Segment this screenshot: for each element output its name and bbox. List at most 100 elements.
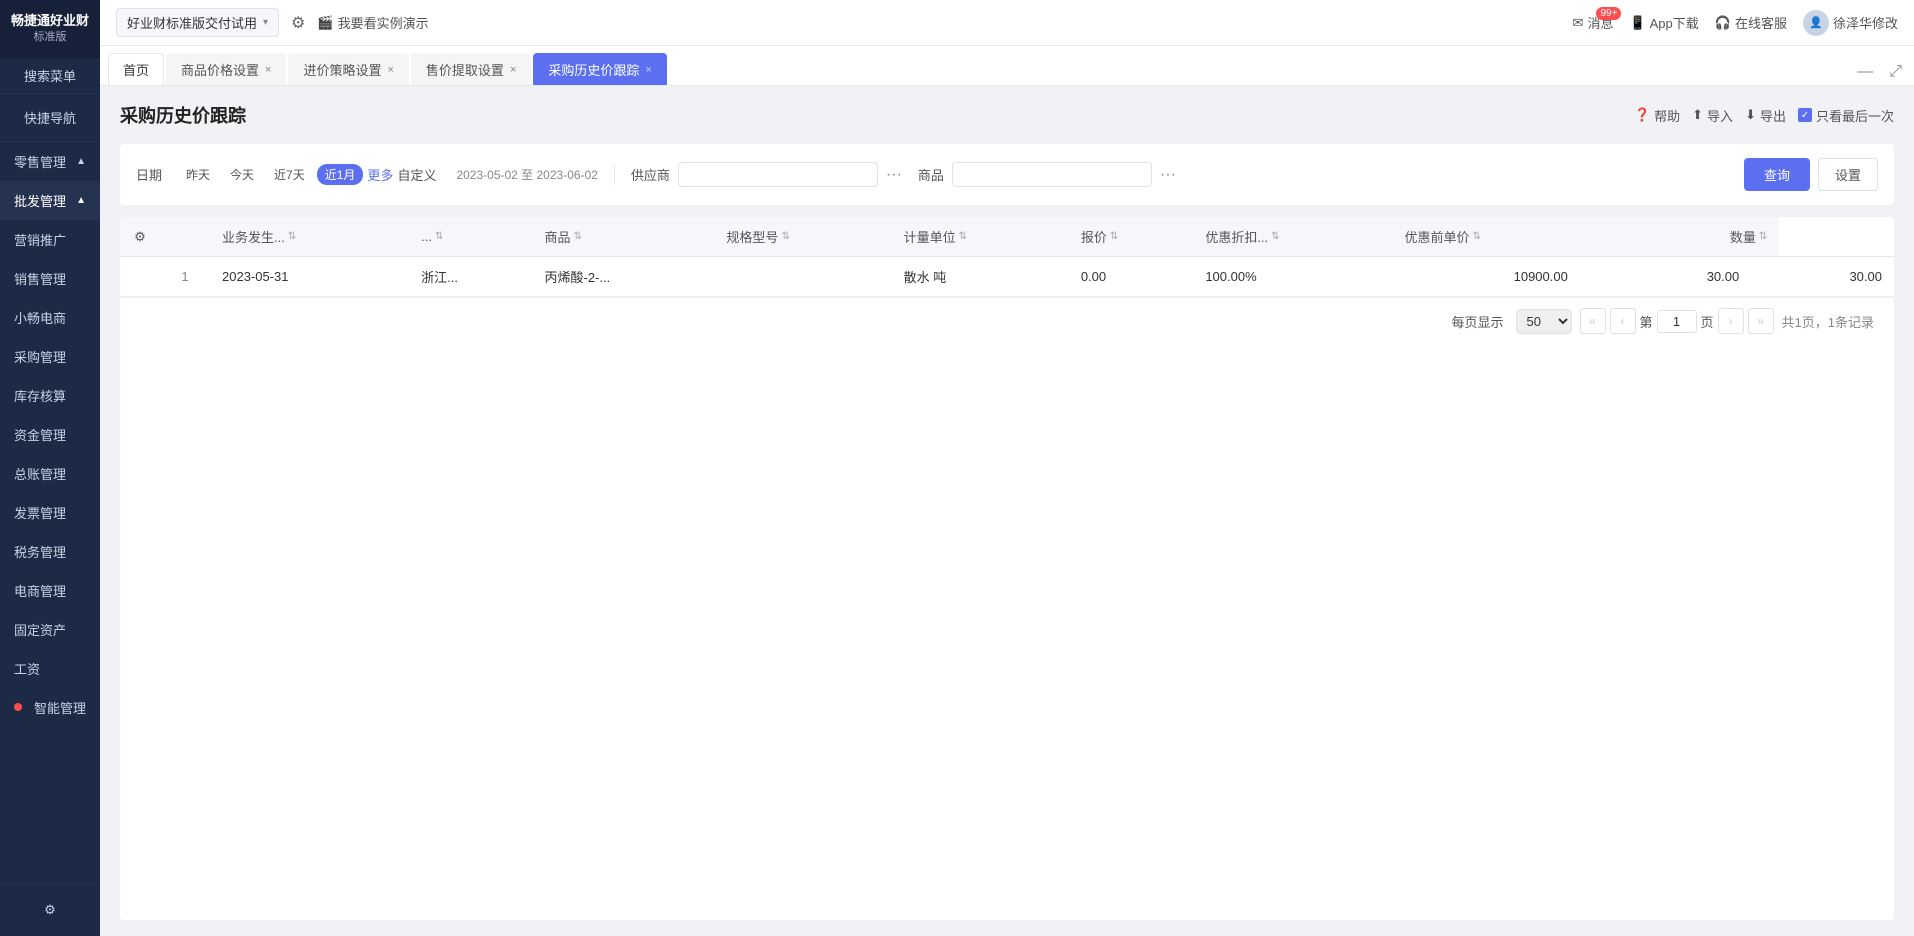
sidebar-item-marketing[interactable]: 营销推广: [0, 220, 100, 259]
help-button[interactable]: ❓ 帮助: [1634, 106, 1680, 125]
sidebar-item-inventory[interactable]: 库存核算: [0, 376, 100, 415]
filter-option-more[interactable]: 更多: [367, 165, 393, 184]
tab-history[interactable]: 采购历史价跟踪 ×: [533, 53, 666, 85]
last-page-button[interactable]: »: [1748, 308, 1774, 334]
settings-button[interactable]: 设置: [1818, 158, 1878, 191]
sidebar-item-payroll[interactable]: 工资: [0, 649, 100, 688]
supplier-dots[interactable]: ···: [886, 166, 902, 184]
tab-strategy[interactable]: 进价策略设置 ×: [288, 53, 408, 85]
online-service-button[interactable]: 🎧 在线客服: [1715, 13, 1787, 32]
th-spec[interactable]: 规格型号 ⇅: [714, 217, 891, 257]
app-logo-sub: 标准版: [34, 30, 67, 45]
th-quantity[interactable]: 数量 ⇅: [1608, 217, 1779, 257]
goods-input[interactable]: [952, 162, 1152, 187]
app-logo-title: 畅捷通好业财: [11, 12, 89, 30]
sidebar-item-sales-label: 销售管理: [14, 269, 66, 288]
export-icon: ⬇: [1745, 107, 1756, 123]
sidebar-search[interactable]: 搜索菜单: [0, 58, 100, 94]
topbar-right: ✉ 消息 99+ 📱 App下载 🎧 在线客服 👤 徐泽华修改: [1573, 10, 1898, 36]
sort-date-icon[interactable]: ⇅: [288, 231, 296, 242]
pagination-total: 共1页，1条记录: [1782, 312, 1874, 331]
sort-discount-icon[interactable]: ⇅: [1271, 231, 1279, 242]
row-unit: 散水 吨: [892, 257, 1069, 297]
filter-option-yesterday[interactable]: 昨天: [178, 164, 218, 185]
tab-price-close[interactable]: ×: [265, 64, 271, 76]
sort-quantity-icon[interactable]: ⇅: [1759, 231, 1767, 242]
sort-spec-icon[interactable]: ⇅: [781, 231, 789, 242]
demo-icon: 🎬: [317, 15, 333, 31]
table-row: 1 2023-05-31 浙江... 丙烯酸-2-... 散水 吨 0.00 1…: [120, 257, 1894, 297]
sort-goods-icon[interactable]: ⇅: [574, 231, 582, 242]
sidebar-item-tax[interactable]: 税务管理: [0, 532, 100, 571]
goods-dots[interactable]: ···: [1160, 166, 1176, 184]
th-goods[interactable]: 商品 ⇅: [533, 217, 715, 257]
app-logo: 畅捷通好业财 标准版: [0, 0, 100, 58]
import-button[interactable]: ⬆ 导入: [1692, 106, 1733, 125]
filter-option-7days[interactable]: 近7天: [266, 164, 313, 185]
headset-icon: 🎧: [1715, 15, 1731, 31]
sort-unit-icon[interactable]: ⇅: [959, 231, 967, 242]
sidebar-item-retail[interactable]: 零售管理 ▲: [0, 142, 100, 181]
sidebar-item-invoice[interactable]: 发票管理: [0, 493, 100, 532]
th-date[interactable]: 业务发生... ⇅: [210, 217, 409, 257]
sort-price-icon[interactable]: ⇅: [1110, 231, 1118, 242]
export-button[interactable]: ⬇ 导出: [1745, 106, 1786, 125]
page-content: 采购历史价跟踪 ❓ 帮助 ⬆ 导入 ⬇ 导出 ✓ 只看最后一次: [100, 86, 1914, 936]
sidebar-item-wholesale[interactable]: 批发管理 ▲: [0, 181, 100, 220]
th-price[interactable]: 报价 ⇅: [1069, 217, 1193, 257]
version-select[interactable]: 好业财标准版交付试用 ▾: [116, 8, 279, 37]
query-button[interactable]: 查询: [1744, 158, 1810, 191]
sort-more-icon[interactable]: ⇅: [435, 231, 443, 242]
online-service-label: 在线客服: [1735, 13, 1787, 32]
filter-option-today[interactable]: 今天: [222, 164, 262, 185]
tab-extract-close[interactable]: ×: [510, 64, 516, 76]
only-last-label: 只看最后一次: [1816, 106, 1894, 125]
page-title: 采购历史价跟踪: [120, 102, 246, 128]
filter-date-range: 2023-05-02 至 2023-06-02: [456, 166, 597, 183]
sidebar-item-ecommerce[interactable]: 电商管理: [0, 571, 100, 610]
th-unit[interactable]: 计量单位 ⇅: [892, 217, 1069, 257]
sort-pre-price-icon[interactable]: ⇅: [1472, 231, 1480, 242]
tab-minimize-icon[interactable]: —: [1853, 59, 1877, 85]
sidebar-item-retail-label: 零售管理: [14, 152, 66, 171]
sidebar-item-purchase[interactable]: 采购管理: [0, 337, 100, 376]
sidebar-quick-nav-label[interactable]: 快捷导航: [0, 100, 100, 135]
only-last-checkbox[interactable]: ✓ 只看最后一次: [1798, 106, 1894, 125]
tab-price[interactable]: 商品价格设置 ×: [166, 53, 286, 85]
app-download-label: App下载: [1650, 13, 1699, 32]
app-download-button[interactable]: 📱 App下载: [1629, 13, 1698, 32]
filter-supplier-label: 供应商: [631, 165, 670, 184]
th-pre-price[interactable]: 优惠前单价 ⇅: [1392, 217, 1607, 257]
filter-option-1month[interactable]: 近1月: [317, 164, 364, 185]
sidebar-item-sales[interactable]: 销售管理: [0, 259, 100, 298]
topbar-settings-icon[interactable]: ⚙: [291, 13, 305, 33]
tab-history-close[interactable]: ×: [645, 64, 651, 76]
messages-button[interactable]: ✉ 消息 99+: [1573, 13, 1614, 32]
demo-button[interactable]: 🎬 我要看实例演示: [317, 13, 428, 32]
tab-strategy-close[interactable]: ×: [387, 64, 393, 76]
th-more[interactable]: ... ⇅: [409, 217, 532, 257]
sidebar-item-smart[interactable]: 智能管理: [0, 688, 100, 727]
page-input[interactable]: [1657, 310, 1697, 333]
sidebar-item-assets[interactable]: 固定资产: [0, 610, 100, 649]
user-menu[interactable]: 👤 徐泽华修改: [1803, 10, 1898, 36]
next-page-button[interactable]: ›: [1718, 308, 1744, 334]
first-page-button[interactable]: «: [1580, 308, 1606, 334]
sidebar-quick-nav[interactable]: 快捷导航: [0, 94, 100, 142]
table-container: ⚙ 业务发生... ⇅ ... ⇅: [120, 217, 1894, 920]
th-discount[interactable]: 优惠折扣... ⇅: [1193, 217, 1392, 257]
supplier-input[interactable]: [678, 162, 878, 187]
filter-option-custom[interactable]: 自定义: [397, 165, 436, 184]
sidebar-item-ecommerce-small[interactable]: 小畅电商: [0, 298, 100, 337]
page-size-select[interactable]: 20 50 100: [1516, 309, 1572, 334]
th-settings[interactable]: ⚙: [120, 217, 160, 257]
filter-date-label: 日期: [136, 165, 162, 184]
sidebar-settings-button[interactable]: ⚙: [0, 894, 100, 926]
tab-home[interactable]: 首页: [108, 53, 164, 85]
sidebar-item-ledger[interactable]: 总账管理: [0, 454, 100, 493]
prev-page-button[interactable]: ‹: [1610, 308, 1636, 334]
sidebar-item-wholesale-label: 批发管理: [14, 191, 66, 210]
sidebar-item-finance[interactable]: 资金管理: [0, 415, 100, 454]
tab-expand-icon[interactable]: ⤢: [1885, 59, 1906, 85]
tab-extract[interactable]: 售价提取设置 ×: [411, 53, 531, 85]
